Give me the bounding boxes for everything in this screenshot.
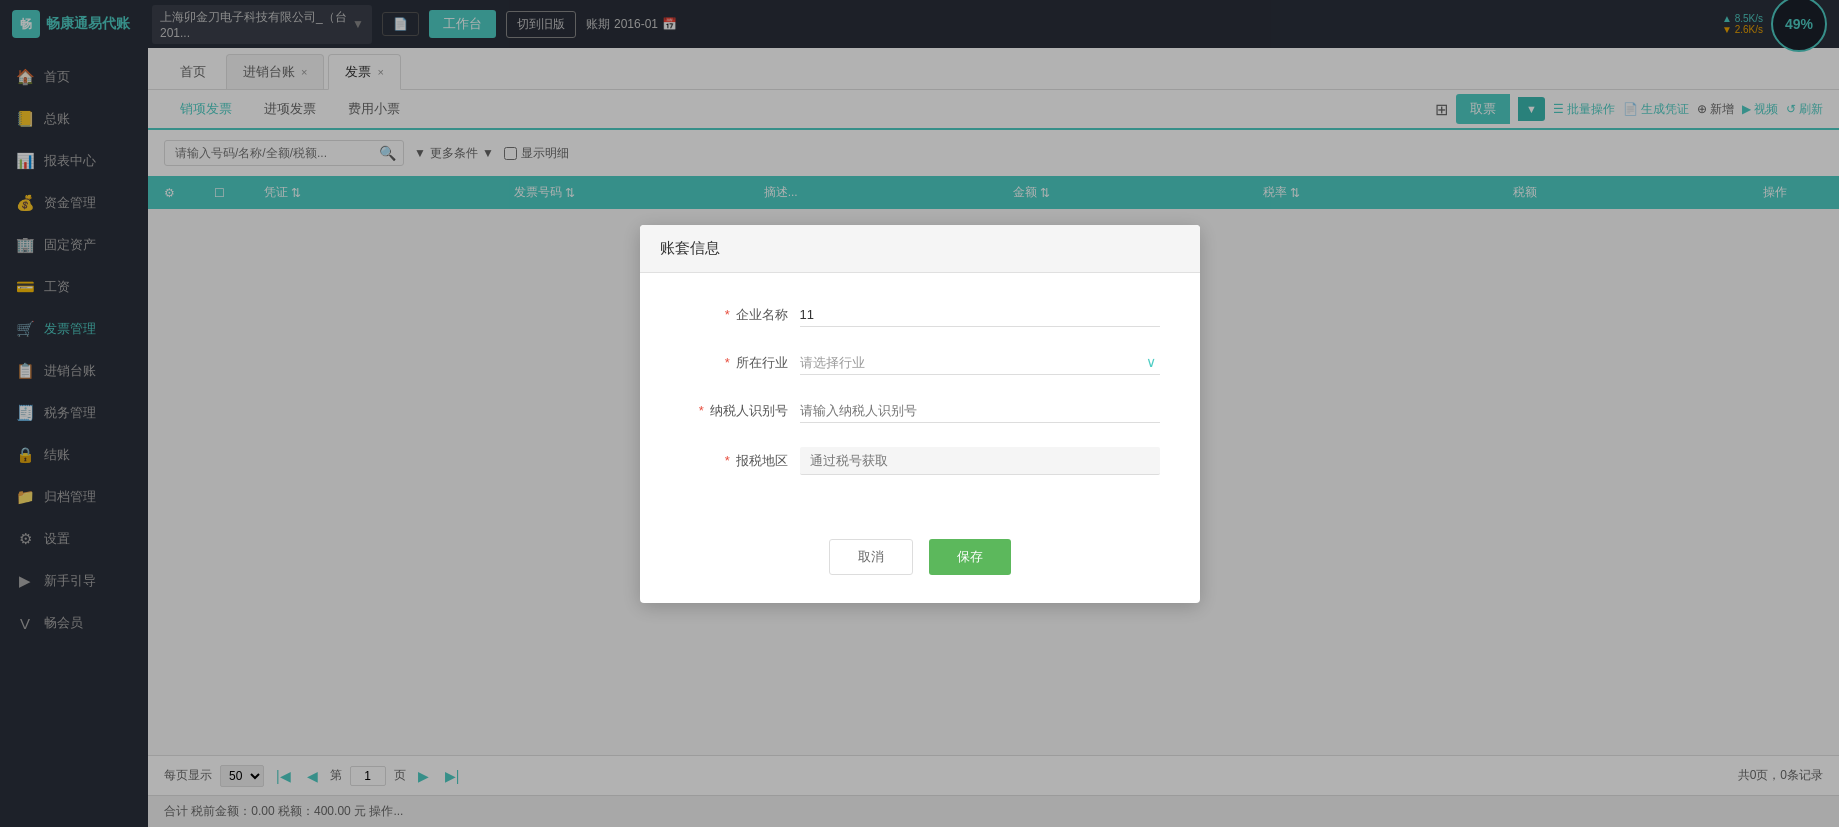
- dialog-header: 账套信息: [640, 225, 1200, 273]
- company-name-row: * 企业名称: [680, 303, 1160, 327]
- tax-region-label: * 报税地区: [680, 452, 800, 470]
- cancel-button[interactable]: 取消: [829, 539, 913, 575]
- industry-row: * 所在行业 请选择行业 ∨: [680, 351, 1160, 375]
- required-star2: *: [725, 355, 730, 370]
- dialog-body: * 企业名称 * 所在行业 请选择行业 ∨: [640, 273, 1200, 529]
- required-star: *: [725, 307, 730, 322]
- industry-select-wrapper[interactable]: 请选择行业 ∨: [800, 351, 1160, 375]
- tax-id-row: * 纳税人识别号: [680, 399, 1160, 423]
- tax-id-label: * 纳税人识别号: [680, 402, 800, 420]
- tax-region-row: * 报税地区: [680, 447, 1160, 475]
- account-info-dialog: 账套信息 * 企业名称 * 所在行业 请选择行业: [640, 225, 1200, 603]
- dialog-footer: 取消 保存: [640, 529, 1200, 603]
- tax-id-input[interactable]: [800, 399, 1160, 423]
- required-star4: *: [725, 453, 730, 468]
- industry-label: * 所在行业: [680, 354, 800, 372]
- dialog-title: 账套信息: [660, 239, 720, 256]
- modal-overlay: 账套信息 * 企业名称 * 所在行业 请选择行业: [0, 0, 1839, 827]
- company-name-input[interactable]: [800, 303, 1160, 327]
- company-name-label: * 企业名称: [680, 306, 800, 324]
- required-star3: *: [699, 403, 704, 418]
- save-button[interactable]: 保存: [929, 539, 1011, 575]
- industry-select[interactable]: 请选择行业: [800, 351, 1160, 374]
- tax-region-input: [800, 447, 1160, 475]
